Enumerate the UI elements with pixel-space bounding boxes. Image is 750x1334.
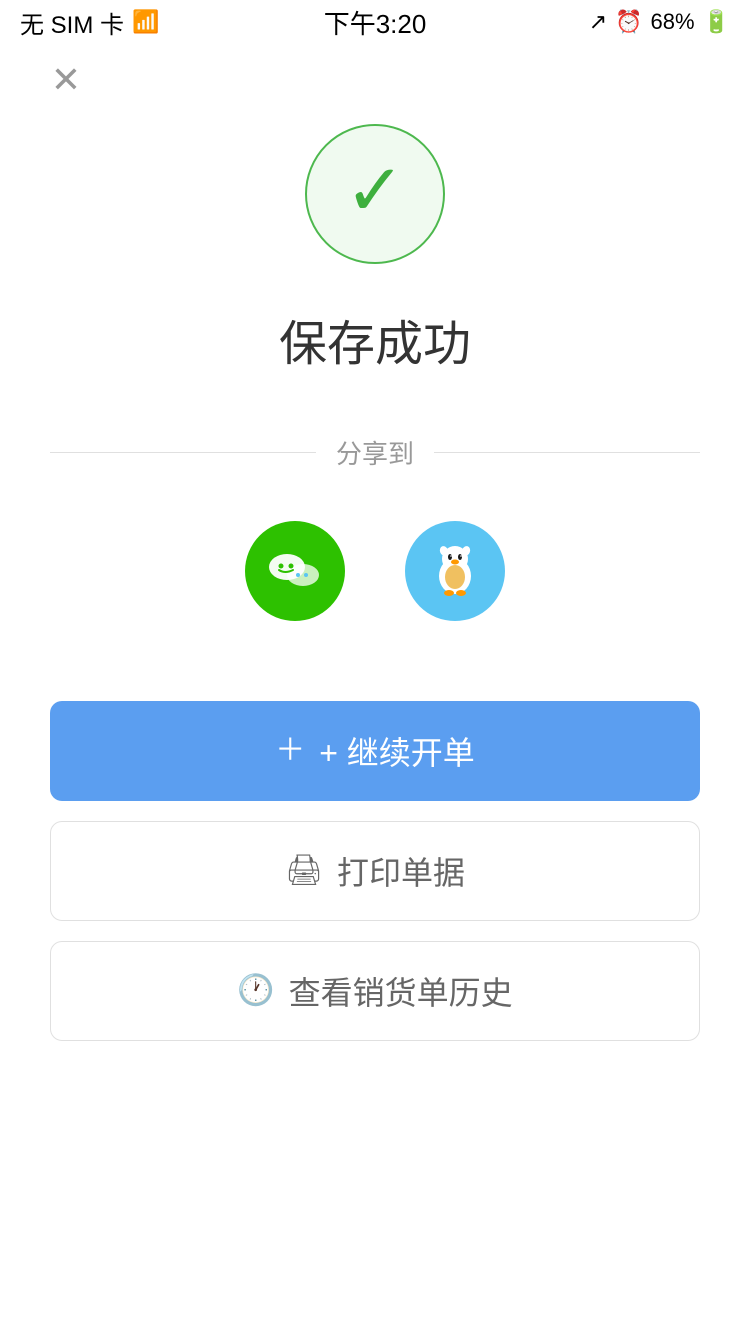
- continue-label: + 继续开单: [319, 728, 475, 774]
- wechat-share-button[interactable]: [245, 521, 345, 621]
- actions-section: ＋ + 继续开单 🖨 打印单据 🕐 查看销货单历史: [0, 701, 750, 1041]
- divider-line-left: [50, 452, 316, 453]
- print-button[interactable]: 🖨 打印单据: [50, 821, 700, 921]
- success-circle: ✓: [305, 124, 445, 264]
- status-bar: 无 SIM 卡 📶 下午3:20 ↗ ⏰ 68% 🔋: [0, 0, 750, 44]
- checkmark-icon: ✓: [345, 155, 405, 227]
- share-icons-row: [50, 521, 700, 621]
- qq-icon: [428, 541, 483, 601]
- divider-line-right: [434, 452, 700, 453]
- share-label: 分享到: [336, 434, 414, 471]
- wechat-icon: [265, 541, 325, 601]
- continue-button[interactable]: ＋ + 继续开单: [50, 701, 700, 801]
- success-title: 保存成功: [279, 304, 471, 374]
- history-button[interactable]: 🕐 查看销货单历史: [50, 941, 700, 1041]
- share-divider: 分享到: [50, 434, 700, 471]
- alarm-icon: ⏰: [615, 9, 642, 35]
- share-section: 分享到: [0, 434, 750, 621]
- wifi-icon: 📶: [132, 9, 159, 35]
- plus-icon: ＋: [275, 736, 305, 766]
- battery-icon: 🔋: [703, 9, 730, 35]
- qq-share-button[interactable]: [405, 521, 505, 621]
- battery-text: 68%: [651, 9, 695, 35]
- history-icon: 🕐: [237, 976, 274, 1006]
- location-icon: ↗: [589, 9, 607, 35]
- main-content: ✓ 保存成功 分享到: [0, 44, 750, 1334]
- history-label: 查看销货单历史: [289, 968, 513, 1014]
- print-label: 打印单据: [337, 848, 465, 894]
- status-time: 下午3:20: [324, 4, 427, 41]
- status-left: 无 SIM 卡 📶: [20, 5, 159, 40]
- print-icon: 🖨: [285, 856, 323, 886]
- status-right: ↗ ⏰ 68% 🔋: [589, 9, 730, 35]
- carrier-text: 无 SIM 卡: [20, 5, 124, 40]
